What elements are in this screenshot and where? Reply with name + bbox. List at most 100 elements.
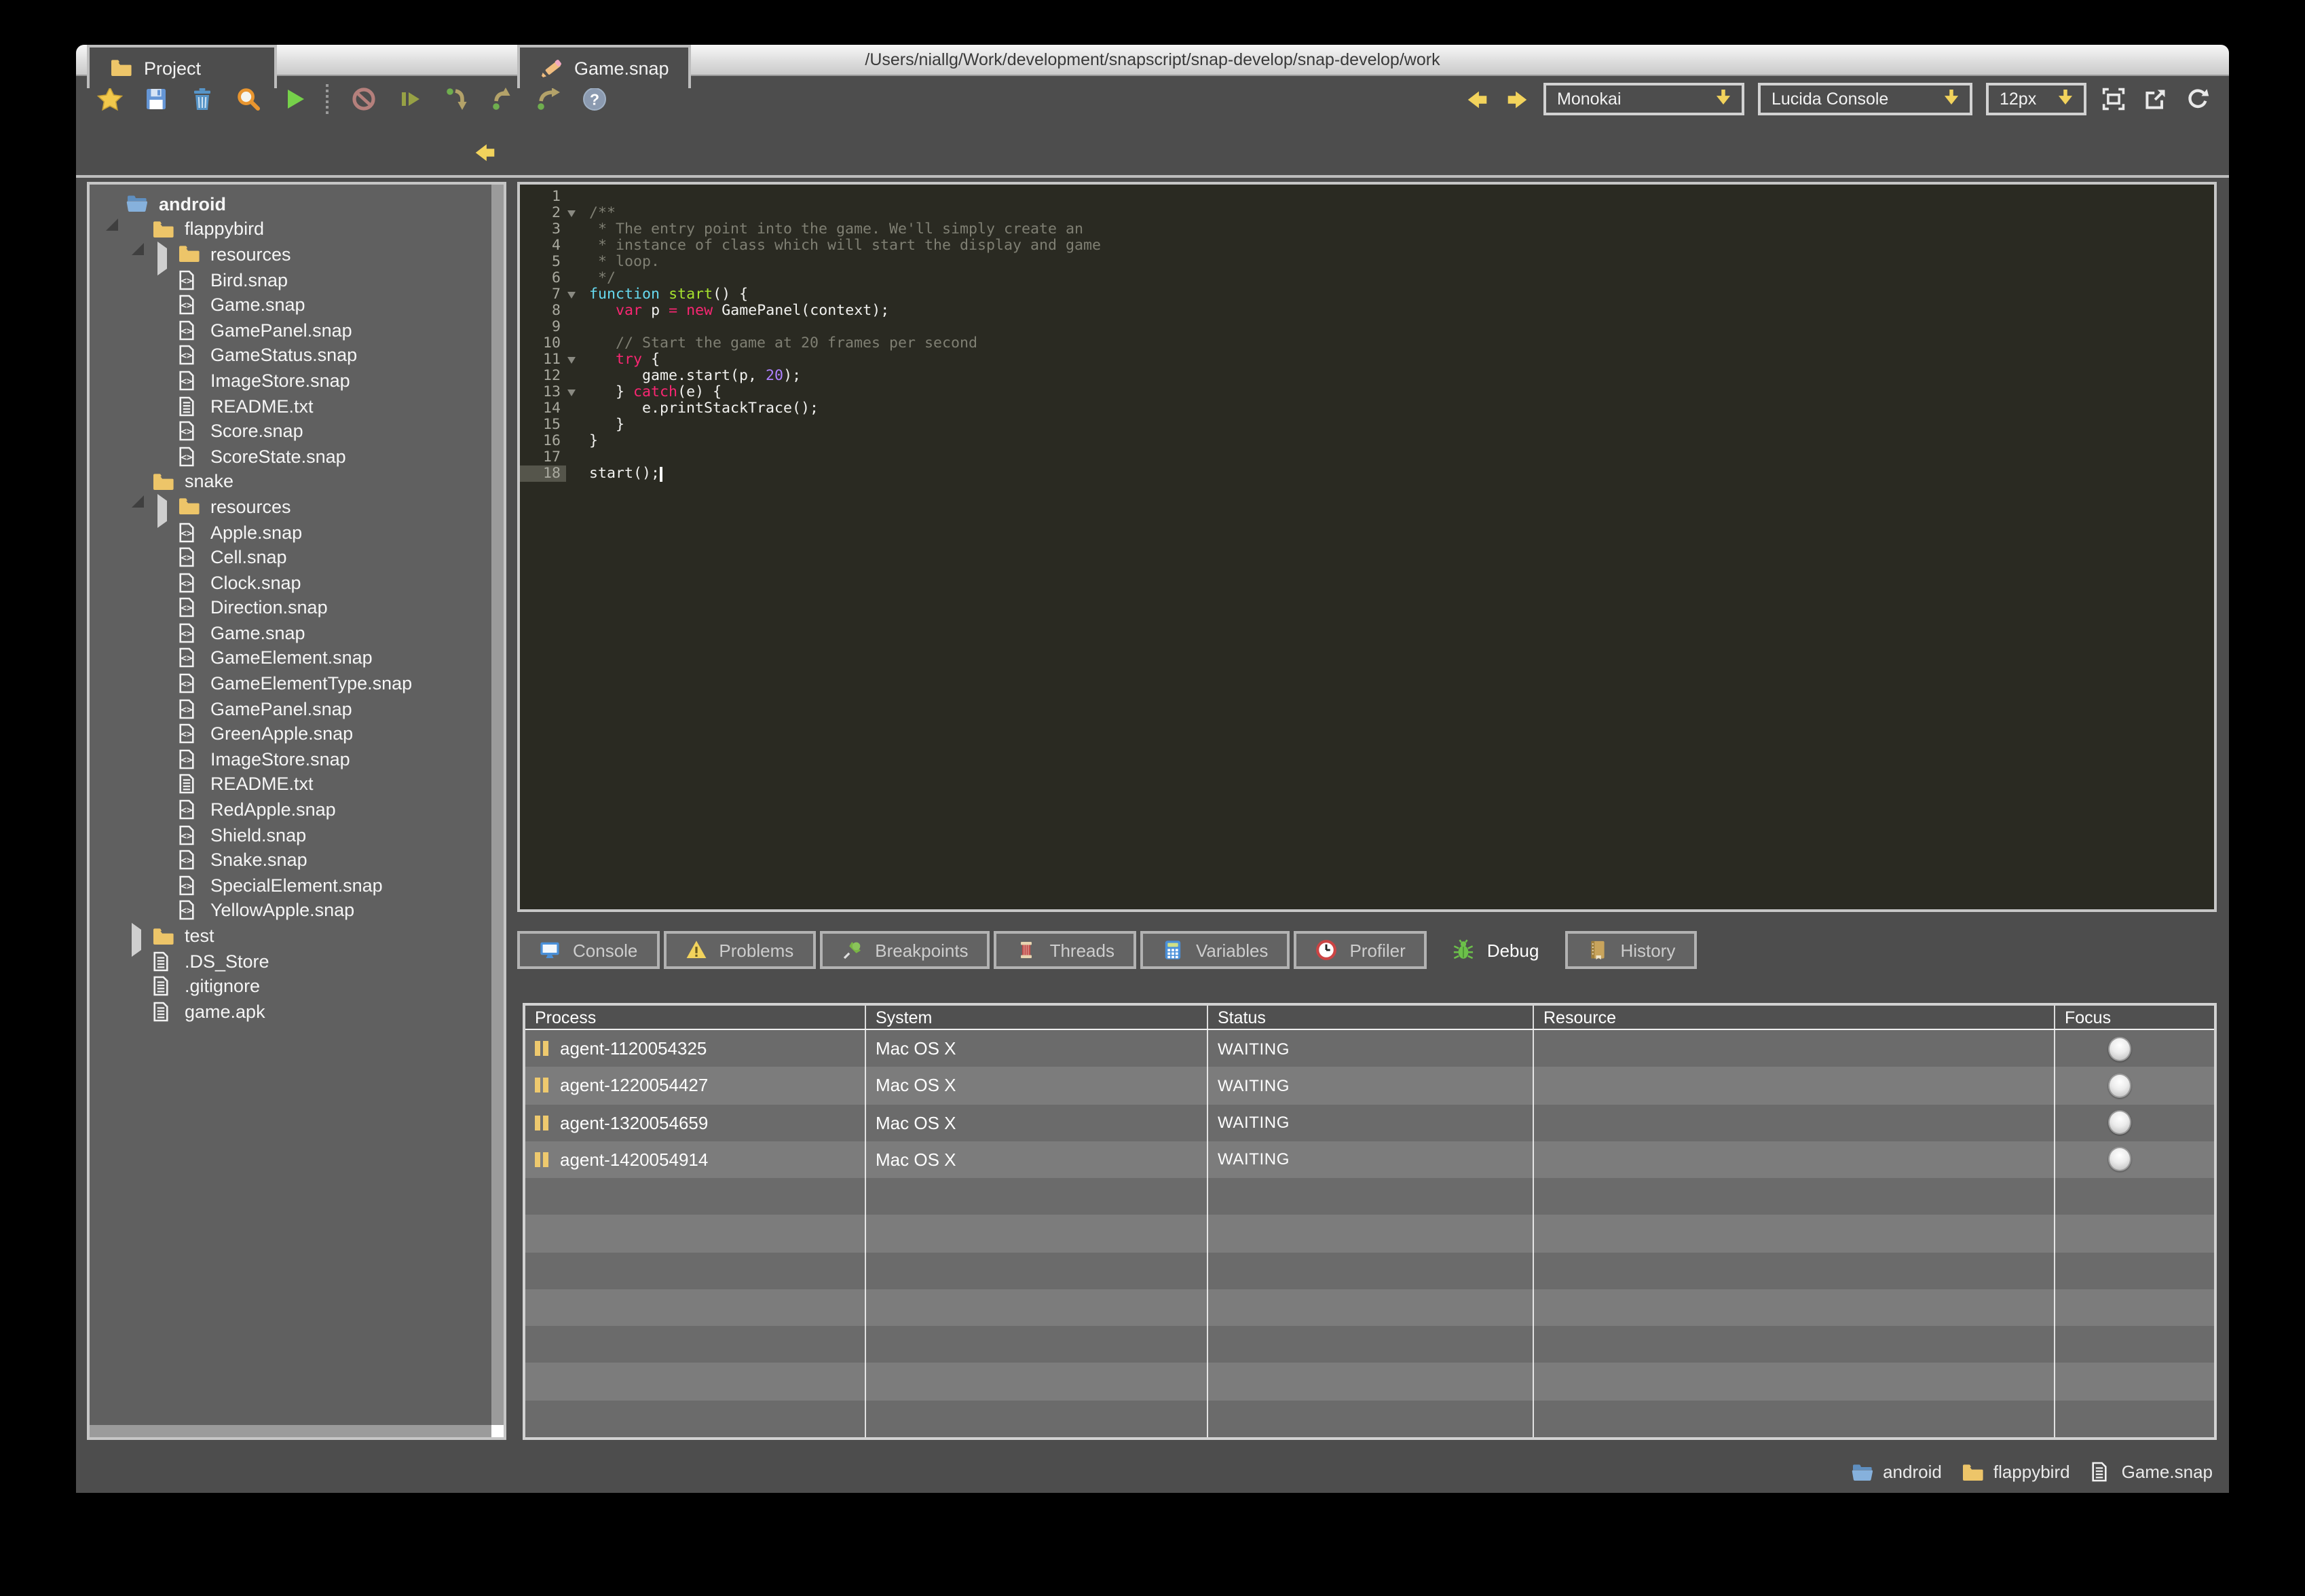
tree-item-cell-snap[interactable]: <> Cell.snap <box>90 545 491 570</box>
tree-vertical-scrollbar[interactable] <box>491 185 504 1425</box>
disclosure-triangle-icon[interactable] <box>132 223 144 235</box>
tree-item-imagestore-snap[interactable]: <> ImageStore.snap <box>90 746 491 772</box>
svg-text:<>: <> <box>181 578 193 589</box>
tab-history[interactable]: History <box>1564 931 1697 969</box>
tree-item-redapple-snap[interactable]: <> RedApple.snap <box>90 797 491 822</box>
disclosure-triangle-icon[interactable] <box>157 501 170 513</box>
table-row[interactable]: agent-1320054659Mac OS XWAITING <box>525 1104 2214 1141</box>
stop-icon <box>350 86 377 113</box>
tree-item-readme-txt[interactable]: README.txt <box>90 772 491 797</box>
tree-item-score-snap[interactable]: <> Score.snap <box>90 419 491 444</box>
tree-item-gameelement-snap[interactable]: <> GameElement.snap <box>90 645 491 670</box>
tree-item-imagestore-snap[interactable]: <> ImageStore.snap <box>90 368 491 393</box>
column-header-process[interactable]: Process <box>525 1006 865 1029</box>
favorite-button[interactable] <box>95 85 124 113</box>
tree-item-android[interactable]: android <box>90 191 491 216</box>
tree-item-greenapple-snap[interactable]: <> GreenApple.snap <box>90 721 491 746</box>
breadcrumb-item[interactable]: android <box>1852 1462 1942 1482</box>
tab-threads[interactable]: Threads <box>994 931 1136 969</box>
code-editor[interactable]: 1 2 /** 3 * The entry point into the gam… <box>517 182 2217 912</box>
table-row[interactable]: agent-1120054325Mac OS XWAITING <box>525 1030 2214 1067</box>
disclosure-triangle-icon[interactable] <box>157 248 170 261</box>
column-header-resource[interactable]: Resource <box>1533 1006 2054 1029</box>
fold-arrow-icon[interactable] <box>567 390 576 396</box>
column-header-focus[interactable]: Focus <box>2054 1006 2214 1029</box>
status-value: WAITING <box>1218 1150 1290 1169</box>
tab-profiler[interactable]: Profiler <box>1294 931 1427 969</box>
tree-item-gamepanel-snap[interactable]: <> GamePanel.snap <box>90 696 491 721</box>
tree-item-clock-snap[interactable]: <> Clock.snap <box>90 570 491 595</box>
step-out-button[interactable] <box>487 85 516 113</box>
fullscreen-button[interactable] <box>2100 86 2126 112</box>
tree-item-label: flappybird <box>185 219 264 240</box>
breadcrumb-item[interactable]: flappybird <box>1962 1462 2070 1482</box>
cell-system <box>865 1252 1207 1289</box>
title-bar[interactable]: /Users/niallg/Work/development/snapscrip… <box>76 45 2229 76</box>
focus-radio-button[interactable] <box>2108 1036 2131 1061</box>
tree-item-game-snap[interactable]: <> Game.snap <box>90 292 491 318</box>
fold-arrow-icon[interactable] <box>567 292 576 299</box>
tab-breakpoints[interactable]: Breakpoints <box>819 931 990 969</box>
focus-radio-button[interactable] <box>2108 1074 2131 1098</box>
back-arrow-icon[interactable] <box>1465 87 1491 111</box>
code-token <box>677 301 686 319</box>
tree-item-scorestate-snap[interactable]: <> ScoreState.snap <box>90 444 491 469</box>
tab-problems[interactable]: Problems <box>663 931 815 969</box>
disclosure-triangle-icon[interactable] <box>106 198 118 210</box>
tree-item-game-apk[interactable]: game.apk <box>90 999 491 1024</box>
tree-item-direction-snap[interactable]: <> Direction.snap <box>90 595 491 620</box>
refresh-button[interactable] <box>2184 86 2210 112</box>
tree-item-test[interactable]: test <box>90 923 491 948</box>
table-row[interactable]: agent-1420054914Mac OS XWAITING <box>525 1141 2214 1179</box>
delete-button[interactable] <box>187 85 216 113</box>
run-button[interactable] <box>280 85 308 113</box>
tree-item-bird-snap[interactable]: <> Bird.snap <box>90 267 491 292</box>
save-button[interactable] <box>141 85 170 113</box>
tab-game-snap[interactable]: Game.snap <box>517 45 691 88</box>
tree-item-gamestatus-snap[interactable]: <> GameStatus.snap <box>90 343 491 368</box>
disclosure-triangle-icon[interactable] <box>132 930 144 942</box>
tree-item-gameelementtype-snap[interactable]: <> GameElementType.snap <box>90 671 491 696</box>
tree-item-resources[interactable]: resources <box>90 494 491 519</box>
step-into-button[interactable] <box>441 85 470 113</box>
tree-item-game-snap[interactable]: <> Game.snap <box>90 620 491 645</box>
fold-arrow-icon[interactable] <box>567 357 576 364</box>
collapse-panel-icon[interactable] <box>472 140 498 164</box>
step-over-button[interactable] <box>533 85 562 113</box>
fold-arrow-icon[interactable] <box>567 210 576 217</box>
tree-item-specialelement-snap[interactable]: <> SpecialElement.snap <box>90 873 491 898</box>
tab-console[interactable]: Console <box>517 931 659 969</box>
tree-item-snake-snap[interactable]: <> Snake.snap <box>90 848 491 873</box>
tree-item--gitignore[interactable]: .gitignore <box>90 974 491 999</box>
tree-item-flappybird[interactable]: flappybird <box>90 216 491 242</box>
table-row[interactable]: agent-1220054427Mac OS XWAITING <box>525 1067 2214 1105</box>
focus-radio-button[interactable] <box>2108 1147 2131 1172</box>
tab-project[interactable]: Project <box>87 45 277 88</box>
tab-variables[interactable]: Variables <box>1140 931 1290 969</box>
tree-horizontal-scrollbar[interactable] <box>90 1425 491 1437</box>
search-button[interactable] <box>233 85 262 113</box>
tree-item-yellowapple-snap[interactable]: <> YellowApple.snap <box>90 898 491 923</box>
tree-item-shield-snap[interactable]: <> Shield.snap <box>90 822 491 848</box>
debug-table: ProcessSystemStatusResourceFocus agent-1… <box>523 1003 2217 1440</box>
tree-item-readme-txt[interactable]: README.txt <box>90 394 491 419</box>
forward-arrow-icon[interactable] <box>1504 87 1530 111</box>
help-button[interactable]: ? <box>580 85 608 113</box>
font-size-select[interactable]: 12px <box>1986 83 2086 115</box>
resume-button[interactable] <box>395 85 424 113</box>
tree-item-resources[interactable]: resources <box>90 242 491 267</box>
tree-item-gamepanel-snap[interactable]: <> GamePanel.snap <box>90 318 491 343</box>
stop-button[interactable] <box>349 85 377 113</box>
column-header-status[interactable]: Status <box>1207 1006 1533 1029</box>
column-header-system[interactable]: System <box>865 1006 1207 1029</box>
focus-radio-button[interactable] <box>2108 1110 2131 1135</box>
font-select[interactable]: Lucida Console <box>1758 83 1972 115</box>
theme-select[interactable]: Monokai <box>1543 83 1744 115</box>
tree-item--ds-store[interactable]: .DS_Store <box>90 949 491 974</box>
breadcrumb-item[interactable]: Game.snap <box>2091 1462 2213 1482</box>
open-external-button[interactable] <box>2142 86 2168 112</box>
disclosure-triangle-icon[interactable] <box>132 476 144 488</box>
tree-item-snake[interactable]: snake <box>90 469 491 494</box>
tab-debug[interactable]: Debug <box>1431 931 1561 969</box>
tree-item-apple-snap[interactable]: <> Apple.snap <box>90 519 491 544</box>
